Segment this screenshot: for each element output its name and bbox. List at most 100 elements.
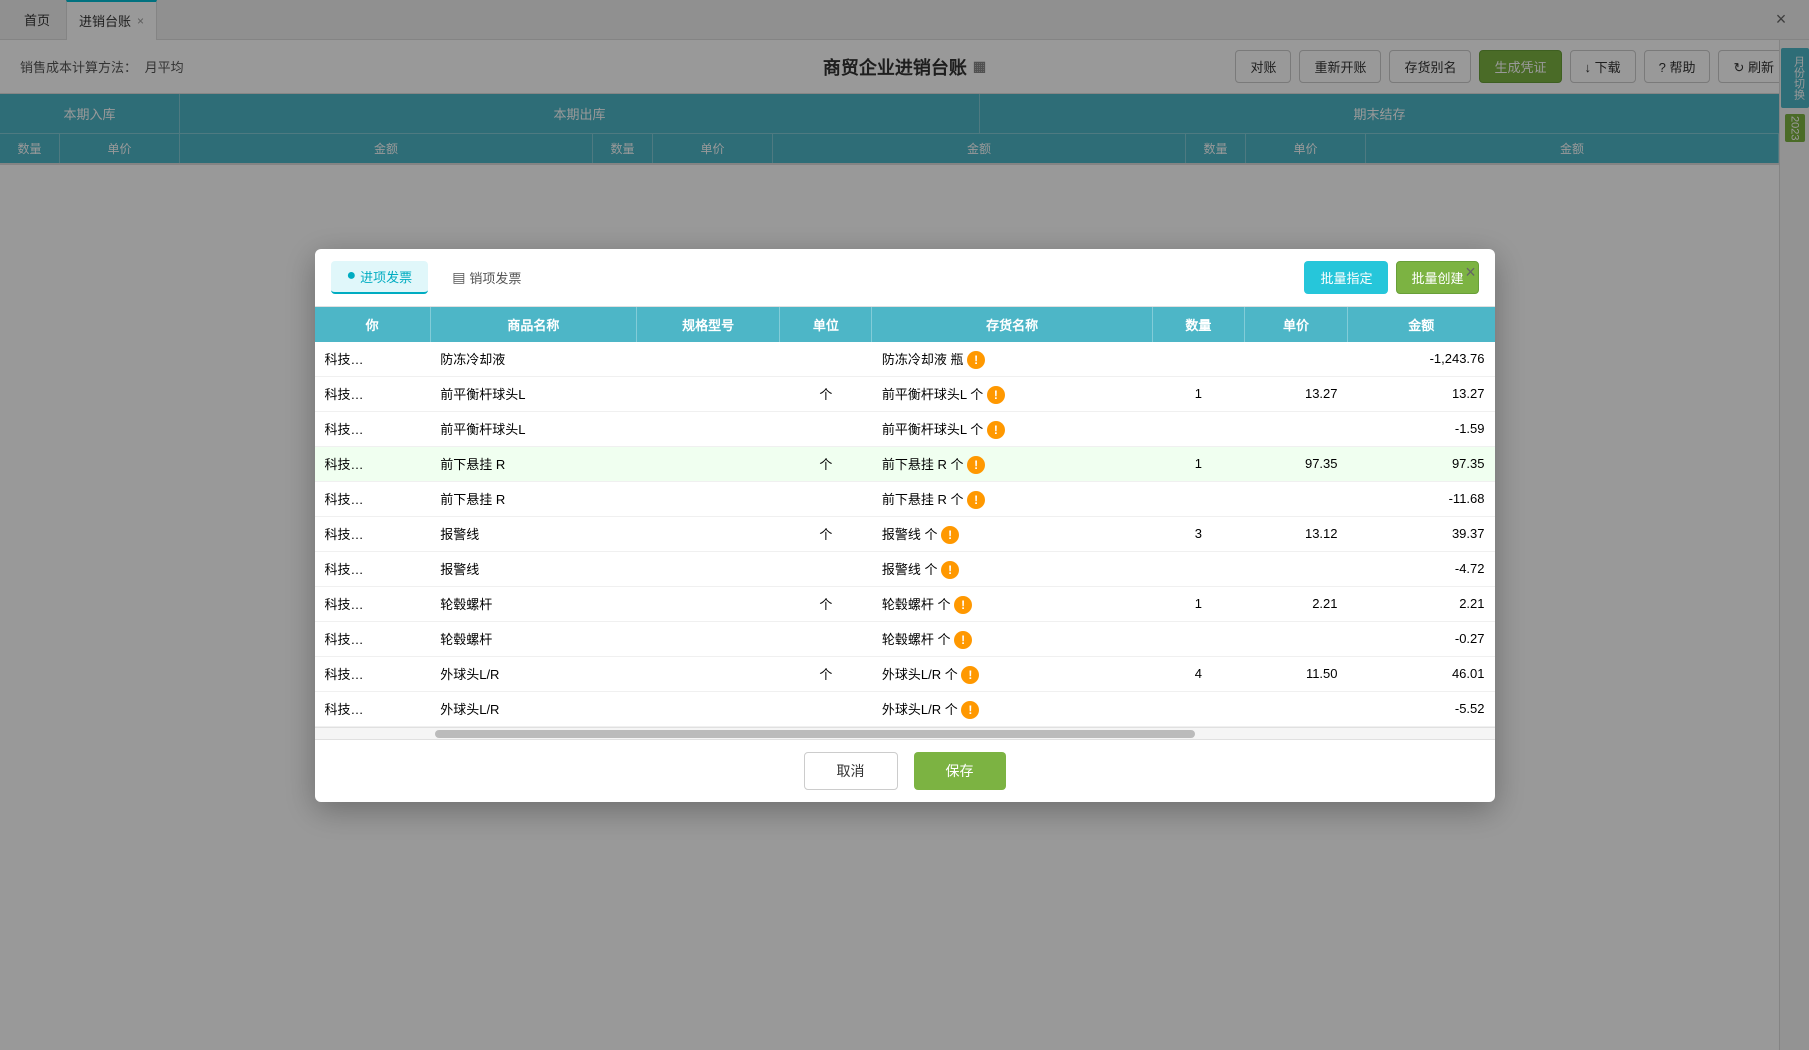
col-amount: 金额	[1348, 307, 1495, 342]
cell-qty	[1152, 551, 1244, 586]
cell-spec	[637, 691, 780, 726]
main-area: 销售成本计算方法： 月平均 商贸企业进销台账 ▦ 对账 重新开账 存货别名 生成…	[0, 40, 1809, 1050]
col-spec: 规格型号	[637, 307, 780, 342]
cell-spec	[637, 516, 780, 551]
cell-stock: 外球头L/R 个 !	[872, 656, 1152, 691]
cell-spec	[637, 376, 780, 411]
cell-amount: -0.27	[1348, 621, 1495, 656]
dialog-action-buttons: 批量指定 批量创建	[1304, 261, 1478, 294]
table-row: 科技… 前下悬挂 R 前下悬挂 R 个 ! -11.68	[315, 481, 1495, 516]
cell-amount: 39.37	[1348, 516, 1495, 551]
cell-amount: 13.27	[1348, 376, 1495, 411]
warning-icon: !	[987, 421, 1005, 439]
table-row: 科技… 前下悬挂 R 个 前下悬挂 R 个 ! 1 97.35 97.35	[315, 446, 1495, 481]
table-header-row: 你 商品名称 规格型号 单位 存货名称 数量 单价 金额	[315, 307, 1495, 342]
cell-unit-price	[1244, 481, 1347, 516]
cell-product: 外球头L/R	[430, 691, 636, 726]
cell-unit	[780, 481, 872, 516]
modal-overlay: ● 进项发票 ▤ 销项发票 批量指定 批量创建 × 你	[0, 0, 1809, 1050]
warning-icon: !	[954, 596, 972, 614]
cell-unit-price: 2.21	[1244, 586, 1347, 621]
col-stock-name: 存货名称	[872, 307, 1152, 342]
cell-spec	[637, 411, 780, 446]
cell-qty: 1	[1152, 446, 1244, 481]
warning-icon: !	[967, 351, 985, 369]
cell-company: 科技…	[315, 621, 431, 656]
warning-icon: !	[967, 456, 985, 474]
cell-stock: 防冻冷却液 瓶 !	[872, 342, 1152, 377]
cell-company: 科技…	[315, 551, 431, 586]
cell-amount: -11.68	[1348, 481, 1495, 516]
table-row: 科技… 轮毂螺杆 个 轮毂螺杆 个 ! 1 2.21 2.21	[315, 586, 1495, 621]
cell-spec	[637, 342, 780, 377]
purchase-tab-icon: ●	[347, 267, 357, 285]
dialog-footer: 取消 保存	[315, 739, 1495, 802]
dialog-table-wrapper[interactable]: 你 商品名称 规格型号 单位 存货名称 数量 单价 金额 科技… 防冻冷却液	[315, 307, 1495, 727]
cell-product: 前下悬挂 R	[430, 446, 636, 481]
cell-unit	[780, 691, 872, 726]
tab-sales-invoice[interactable]: ▤ 销项发票	[436, 262, 537, 293]
cell-qty	[1152, 342, 1244, 377]
cell-spec	[637, 551, 780, 586]
cell-unit: 个	[780, 516, 872, 551]
tab-purchase-invoice[interactable]: ● 进项发票	[331, 261, 429, 294]
col-product-name: 商品名称	[430, 307, 636, 342]
cell-unit: 个	[780, 446, 872, 481]
cell-stock: 前平衡杆球头L 个 !	[872, 376, 1152, 411]
cell-unit-price: 13.27	[1244, 376, 1347, 411]
horizontal-scrollbar[interactable]	[315, 727, 1495, 739]
cell-stock: 前平衡杆球头L 个 !	[872, 411, 1152, 446]
invoice-dialog: ● 进项发票 ▤ 销项发票 批量指定 批量创建 × 你	[315, 249, 1495, 802]
cell-unit-price	[1244, 411, 1347, 446]
warning-icon: !	[954, 631, 972, 649]
cell-unit	[780, 621, 872, 656]
cell-product: 报警线	[430, 516, 636, 551]
table-row: 科技… 报警线 报警线 个 ! -4.72	[315, 551, 1495, 586]
cell-product: 轮毂螺杆	[430, 621, 636, 656]
table-row: 科技… 防冻冷却液 防冻冷却液 瓶 ! -1,243.76	[315, 342, 1495, 377]
warning-icon: !	[987, 386, 1005, 404]
cell-spec	[637, 586, 780, 621]
cell-stock: 外球头L/R 个 !	[872, 691, 1152, 726]
cell-qty	[1152, 621, 1244, 656]
cell-amount: 97.35	[1348, 446, 1495, 481]
cell-company: 科技…	[315, 481, 431, 516]
cell-unit-price: 11.50	[1244, 656, 1347, 691]
cell-stock: 报警线 个 !	[872, 551, 1152, 586]
cell-unit	[780, 551, 872, 586]
table-row: 科技… 外球头L/R 个 外球头L/R 个 ! 4 11.50 46.01	[315, 656, 1495, 691]
col-qty: 数量	[1152, 307, 1244, 342]
cell-product: 报警线	[430, 551, 636, 586]
cell-amount: -5.52	[1348, 691, 1495, 726]
warning-icon: !	[961, 666, 979, 684]
cell-qty: 1	[1152, 586, 1244, 621]
save-button[interactable]: 保存	[914, 752, 1006, 790]
sales-tab-icon: ▤	[452, 269, 465, 286]
col-unit: 单位	[780, 307, 872, 342]
cancel-button[interactable]: 取消	[804, 752, 898, 790]
cell-unit: 个	[780, 376, 872, 411]
table-row: 科技… 外球头L/R 外球头L/R 个 ! -5.52	[315, 691, 1495, 726]
cell-product: 防冻冷却液	[430, 342, 636, 377]
col-unit-price: 单价	[1244, 307, 1347, 342]
cell-spec	[637, 621, 780, 656]
cell-product: 轮毂螺杆	[430, 586, 636, 621]
cell-amount: -1,243.76	[1348, 342, 1495, 377]
cell-stock: 前下悬挂 R 个 !	[872, 481, 1152, 516]
cell-amount: -1.59	[1348, 411, 1495, 446]
cell-product: 前平衡杆球头L	[430, 376, 636, 411]
cell-unit: 个	[780, 586, 872, 621]
cell-product: 前平衡杆球头L	[430, 411, 636, 446]
batch-assign-button[interactable]: 批量指定	[1304, 261, 1388, 294]
table-row: 科技… 前平衡杆球头L 前平衡杆球头L 个 ! -1.59	[315, 411, 1495, 446]
cell-company: 科技…	[315, 516, 431, 551]
cell-stock: 前下悬挂 R 个 !	[872, 446, 1152, 481]
cell-stock: 轮毂螺杆 个 !	[872, 586, 1152, 621]
dialog-close-button[interactable]: ×	[1459, 261, 1483, 285]
warning-icon: !	[967, 491, 985, 509]
cell-qty: 4	[1152, 656, 1244, 691]
cell-company: 科技…	[315, 691, 431, 726]
cell-unit: 个	[780, 656, 872, 691]
cell-unit	[780, 342, 872, 377]
cell-company: 科技…	[315, 411, 431, 446]
